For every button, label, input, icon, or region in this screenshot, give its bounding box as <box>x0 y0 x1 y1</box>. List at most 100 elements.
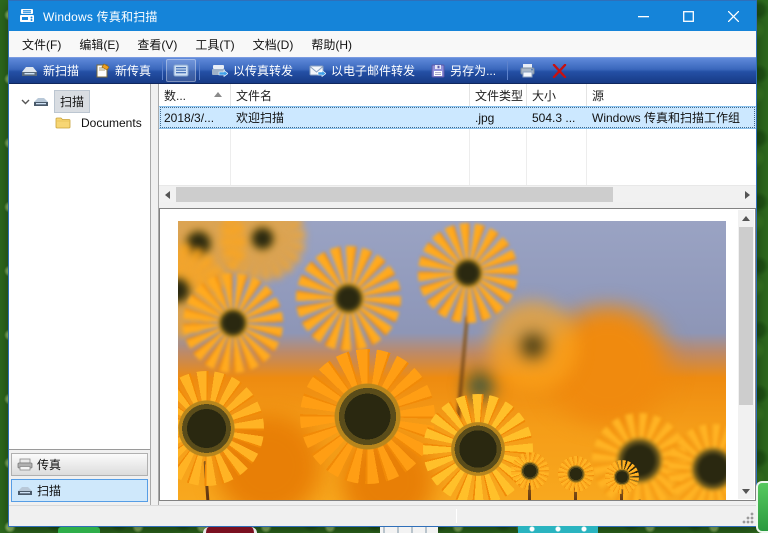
scanner-icon <box>21 64 38 78</box>
flower <box>488 301 578 391</box>
menu-edit[interactable]: 编辑(E) <box>70 31 128 57</box>
scroll-down-button[interactable] <box>738 483 754 499</box>
nav-scan-button[interactable]: 扫描 <box>11 479 148 502</box>
window-controls <box>621 1 756 31</box>
tree-item-documents[interactable]: Documents <box>9 112 150 133</box>
scanned-image-preview-orange-daisies <box>178 221 726 500</box>
left-panel: 扫描 Documents 传真 扫描 <box>9 84 151 505</box>
forward-as-email-button[interactable]: 以电子邮件转发 <box>301 59 423 82</box>
vertical-scrollbar-thumb[interactable] <box>739 227 753 405</box>
folder-icon <box>55 116 71 129</box>
grid-line <box>586 129 587 185</box>
column-header-filetype-label: 文件类型 <box>475 88 524 103</box>
maximize-button[interactable] <box>666 1 711 31</box>
desktop-icon-fragment <box>518 526 598 533</box>
menu-document[interactable]: 文档(D) <box>244 31 303 57</box>
vertical-scrollbar[interactable] <box>738 210 754 499</box>
scroll-down-arrow-icon <box>742 488 750 494</box>
minimize-icon <box>638 11 649 22</box>
preview-wrap <box>159 202 756 505</box>
right-panel: 数... 文件名 文件类型 大小 源 2018/3/... 欢迎扫描 .jpg … <box>158 84 756 505</box>
print-button[interactable] <box>511 59 544 82</box>
save-as-button[interactable]: 另存为... <box>423 59 504 82</box>
column-header-size[interactable]: 大小 <box>527 84 587 106</box>
folder-tree: 扫描 Documents <box>9 84 150 449</box>
list-empty-area <box>159 129 756 185</box>
horizontal-scrollbar[interactable] <box>159 185 756 202</box>
scroll-right-arrow-icon <box>745 190 750 199</box>
delete-button[interactable] <box>544 59 575 82</box>
flower <box>296 246 401 351</box>
app-window: Windows 传真和扫描 文件(F) 编辑(E) 查看(V) 工具(T) 文档… <box>8 0 757 527</box>
scanner-icon <box>17 484 33 497</box>
scroll-right-button[interactable] <box>739 186 756 203</box>
tree-item-documents-label[interactable]: Documents <box>76 114 147 132</box>
chevron-down-icon[interactable] <box>17 99 33 105</box>
new-fax-button[interactable]: 新传真 <box>87 59 159 82</box>
forward-as-fax-label: 以传真转发 <box>233 64 294 78</box>
navigation-buttons: 传真 扫描 <box>9 449 150 505</box>
printer-icon <box>519 63 536 78</box>
list-header: 数... 文件名 文件类型 大小 源 <box>159 84 756 106</box>
document-list-icon <box>173 64 189 77</box>
save-as-label: 另存为... <box>450 64 497 78</box>
window-resize-grip[interactable] <box>742 512 754 524</box>
new-fax-label: 新传真 <box>115 64 152 78</box>
tree-item-scan-root[interactable]: 扫描 <box>9 90 150 113</box>
cell-source: Windows 传真和扫描工作组 <box>592 111 741 125</box>
new-scan-button[interactable]: 新扫描 <box>13 59 87 82</box>
column-header-filename[interactable]: 文件名 <box>231 84 470 106</box>
cell-filetype: .jpg <box>475 110 495 125</box>
flower <box>418 223 518 323</box>
menu-view[interactable]: 查看(V) <box>128 31 186 57</box>
toolbar-separator <box>199 61 201 80</box>
column-header-source-label: 源 <box>592 88 605 103</box>
fax-forward-icon <box>211 63 229 78</box>
desktop-icon-fragment <box>58 527 100 533</box>
close-icon <box>728 10 739 22</box>
toolbar: 新扫描 新传真 以传真转发 以电子邮件转发 另存为... <box>9 57 756 84</box>
column-header-size-label: 大小 <box>532 88 557 103</box>
horizontal-scrollbar-thumb[interactable] <box>176 187 613 202</box>
toolbar-separator <box>162 61 164 80</box>
desktop-icon-fragment <box>203 527 257 533</box>
view-document-button[interactable] <box>166 59 197 82</box>
nav-fax-label: 传真 <box>37 458 62 472</box>
scanner-icon <box>33 95 49 108</box>
column-header-source[interactable]: 源 <box>587 84 756 106</box>
menu-tools[interactable]: 工具(T) <box>186 31 243 57</box>
maximize-icon <box>683 10 694 22</box>
column-header-filename-label: 文件名 <box>236 88 273 103</box>
panel-splitter[interactable] <box>151 84 158 505</box>
new-scan-label: 新扫描 <box>43 64 80 78</box>
new-fax-document-icon <box>95 63 110 78</box>
toolbar-separator <box>507 61 509 80</box>
column-header-date[interactable]: 数... <box>159 84 231 106</box>
forward-as-fax-button[interactable]: 以传真转发 <box>203 59 301 82</box>
tree-item-scan-label[interactable]: 扫描 <box>54 90 91 113</box>
table-row-selected[interactable]: 2018/3/... 欢迎扫描 .jpg 504.3 ... Windows 传… <box>159 106 756 129</box>
column-header-date-label: 数... <box>164 88 187 103</box>
floppy-disk-icon <box>431 64 445 78</box>
scroll-left-button[interactable] <box>159 186 176 203</box>
close-button[interactable] <box>711 1 756 31</box>
preview-pane <box>159 208 756 501</box>
grid-line <box>526 129 527 185</box>
desktop-icon-fragment <box>380 527 438 533</box>
scroll-up-arrow-icon <box>742 215 750 221</box>
menu-help[interactable]: 帮助(H) <box>302 31 361 57</box>
minimize-button[interactable] <box>621 1 666 31</box>
desktop-icon-fragment <box>756 481 768 533</box>
scroll-up-button[interactable] <box>738 210 754 226</box>
menu-file[interactable]: 文件(F) <box>13 31 70 57</box>
file-list: 数... 文件名 文件类型 大小 源 2018/3/... 欢迎扫描 .jpg … <box>159 84 756 202</box>
grid-line <box>230 129 231 185</box>
app-fax-machine-icon <box>19 8 35 24</box>
nav-fax-button[interactable]: 传真 <box>11 453 148 476</box>
window-title: Windows 传真和扫描 <box>43 9 158 24</box>
titlebar[interactable]: Windows 传真和扫描 <box>9 1 756 31</box>
flower-bud <box>605 460 639 494</box>
forward-as-email-label: 以电子邮件转发 <box>331 64 416 78</box>
flower-bud <box>558 456 594 492</box>
column-header-filetype[interactable]: 文件类型 <box>470 84 527 106</box>
